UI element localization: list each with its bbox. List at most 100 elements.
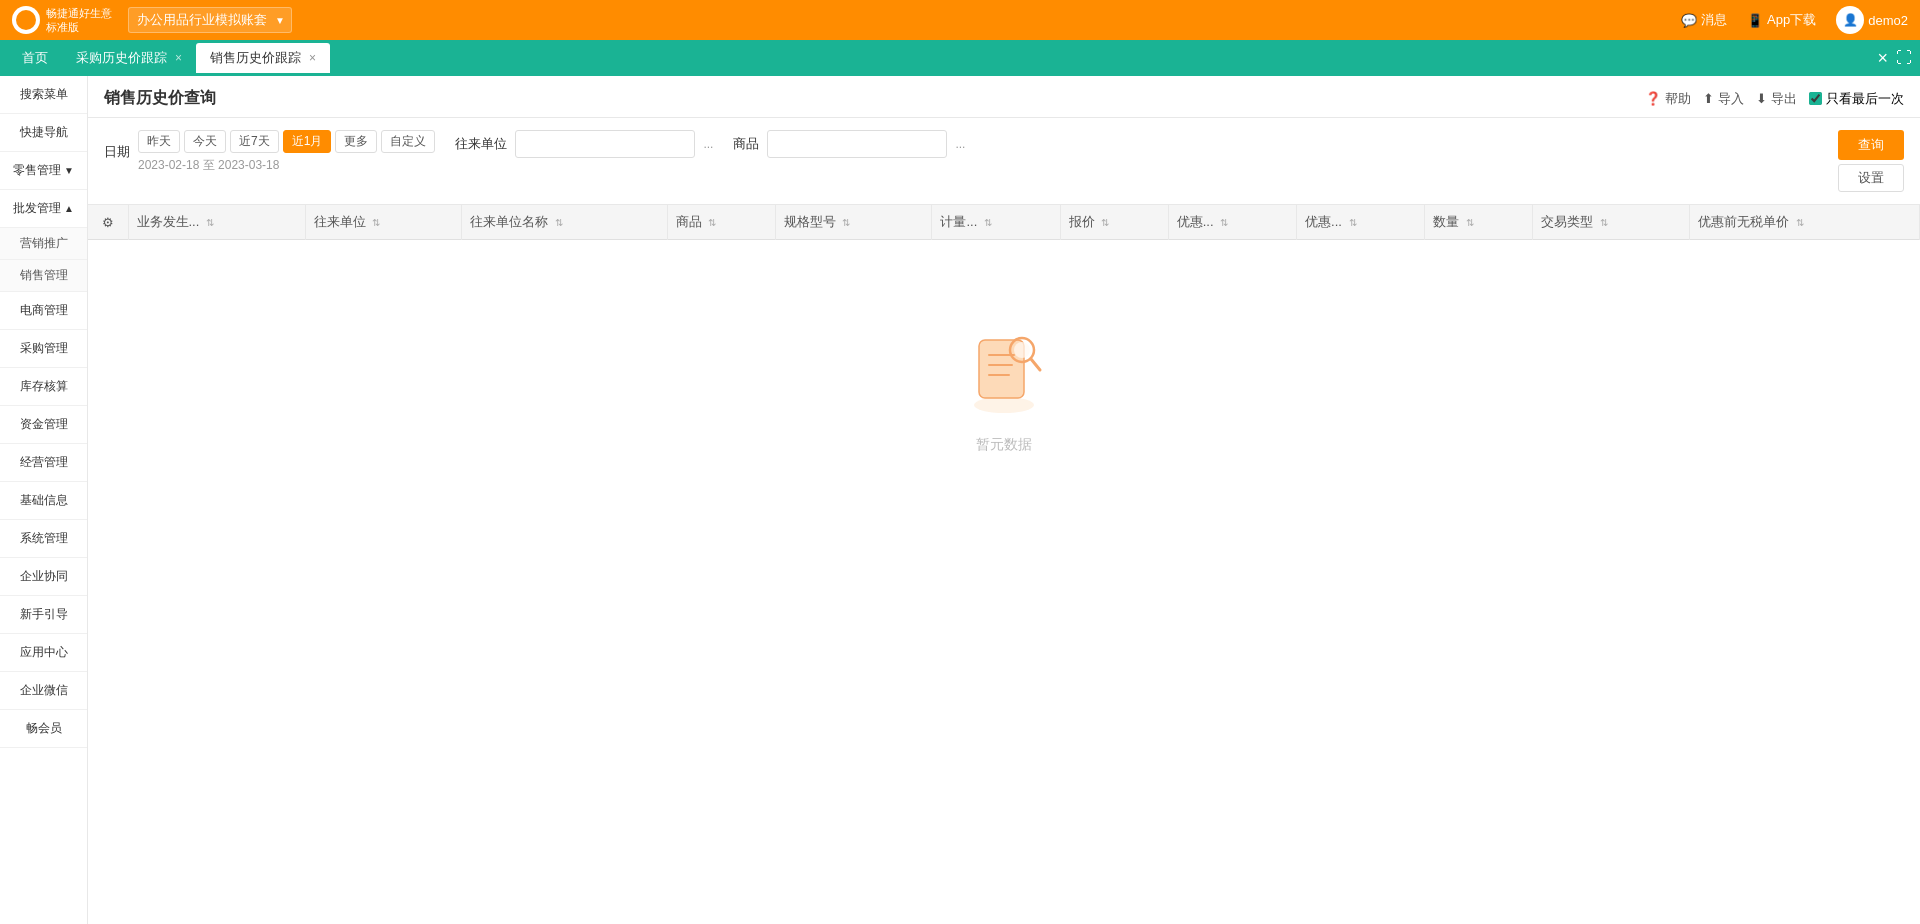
- column-transaction-type[interactable]: 交易类型 ⇅: [1533, 205, 1690, 240]
- tab-close-sales[interactable]: ×: [309, 51, 316, 65]
- sidebar-item-finance[interactable]: 资金管理: [0, 406, 87, 444]
- product-filter-ellipsis[interactable]: ...: [955, 137, 965, 151]
- date-btn-more[interactable]: 更多: [335, 130, 377, 153]
- sidebar-item-purchase[interactable]: 采购管理: [0, 330, 87, 368]
- sidebar-item-retail[interactable]: 零售管理 ▼: [0, 152, 87, 190]
- sidebar-item-marketing[interactable]: 营销推广: [0, 228, 87, 260]
- product-filter-label: 商品: [733, 135, 759, 153]
- column-quote[interactable]: 报价 ⇅: [1060, 205, 1168, 240]
- fullscreen-button[interactable]: ⛶: [1896, 49, 1912, 67]
- column-product[interactable]: 商品 ⇅: [667, 205, 775, 240]
- page-title: 销售历史价查询: [104, 88, 216, 109]
- sidebar-item-sales-mgmt[interactable]: 销售管理: [0, 260, 87, 292]
- svg-point-0: [974, 397, 1034, 413]
- sort-icon: ⇅: [1101, 217, 1109, 228]
- sort-icon: ⇅: [1349, 217, 1357, 228]
- main-content: 销售历史价查询 ❓ 帮助 ⬆ 导入 ⬇ 导出: [88, 76, 1920, 924]
- sidebar: 搜索菜单 快捷导航 零售管理 ▼ 批发管理 ▲ 营销推广 销售管理 电商管理 采…: [0, 76, 88, 924]
- message-icon: 💬: [1681, 13, 1697, 28]
- page-container: 销售历史价查询 ❓ 帮助 ⬆ 导入 ⬇ 导出: [88, 76, 1920, 924]
- tab-purchase-history[interactable]: 采购历史价跟踪 ×: [62, 43, 196, 73]
- sidebar-item-enterprise[interactable]: 企业协同: [0, 558, 87, 596]
- tab-home[interactable]: 首页: [8, 43, 62, 73]
- sort-icon: ⇅: [708, 217, 716, 228]
- sort-icon: ⇅: [555, 217, 563, 228]
- close-all-tabs-button[interactable]: ×: [1877, 48, 1888, 69]
- sort-icon: ⇅: [1220, 217, 1228, 228]
- date-btn-custom[interactable]: 自定义: [381, 130, 435, 153]
- product-filter-group: 商品 ...: [733, 130, 965, 158]
- partner-filter-input[interactable]: [515, 130, 695, 158]
- empty-text: 暂元数据: [976, 436, 1032, 454]
- sort-icon: ⇅: [1466, 217, 1474, 228]
- date-filter-label: 日期: [104, 143, 130, 161]
- sort-icon: ⇅: [984, 217, 992, 228]
- dropdown-arrow-icon: ▼: [275, 15, 285, 26]
- sidebar-item-guide[interactable]: 新手引导: [0, 596, 87, 634]
- sort-icon: ⇅: [1600, 217, 1608, 228]
- sidebar-item-operations[interactable]: 经营管理: [0, 444, 87, 482]
- tab-bar: 首页 采购历史价跟踪 × 销售历史价跟踪 × × ⛶: [0, 40, 1920, 76]
- sort-icon: ⇅: [842, 217, 850, 228]
- column-quantity[interactable]: 数量 ⇅: [1425, 205, 1533, 240]
- date-btn-today[interactable]: 今天: [184, 130, 226, 153]
- table-header-row: ⚙ 业务发生... ⇅ 往来单位 ⇅ 往来单位名称: [88, 205, 1920, 240]
- settings-button[interactable]: 设置: [1838, 164, 1904, 192]
- export-icon: ⬇: [1756, 91, 1767, 106]
- column-partner-name[interactable]: 往来单位名称 ⇅: [462, 205, 667, 240]
- import-button[interactable]: ⬆ 导入: [1703, 90, 1744, 108]
- sort-icon: ⇅: [206, 217, 214, 228]
- sidebar-item-apps[interactable]: 应用中心: [0, 634, 87, 672]
- column-settings[interactable]: ⚙: [88, 205, 128, 240]
- top-bar-right: 💬 消息 📱 App下载 👤 demo2: [1681, 6, 1908, 34]
- main-layout: 搜索菜单 快捷导航 零售管理 ▼ 批发管理 ▲ 营销推广 销售管理 电商管理 采…: [0, 76, 1920, 924]
- date-btn-1month[interactable]: 近1月: [283, 130, 332, 153]
- sidebar-item-wholesale[interactable]: 批发管理 ▲: [0, 190, 87, 228]
- empty-state: 暂元数据: [88, 240, 1920, 514]
- tab-sales-history[interactable]: 销售历史价跟踪 ×: [196, 43, 330, 73]
- message-button[interactable]: 💬 消息: [1681, 11, 1727, 29]
- column-unit[interactable]: 计量... ⇅: [932, 205, 1060, 240]
- date-filter-group: 日期 昨天 今天 近7天 近1月 更多 自定义 2023-02-18 至 202…: [104, 130, 435, 174]
- help-button[interactable]: ❓ 帮助: [1645, 90, 1691, 108]
- sort-icon: ⇅: [1796, 217, 1804, 228]
- partner-filter-label: 往来单位: [455, 135, 507, 153]
- sidebar-item-inventory[interactable]: 库存核算: [0, 368, 87, 406]
- tab-close-purchase[interactable]: ×: [175, 51, 182, 65]
- app-download-button[interactable]: 📱 App下载: [1747, 11, 1816, 29]
- chevron-down-icon: ▼: [64, 165, 74, 176]
- help-icon: ❓: [1645, 91, 1661, 106]
- brand-name: 畅捷通好生意 标准版: [46, 6, 112, 35]
- last-only-checkbox-group: 只看最后一次: [1809, 90, 1904, 108]
- sort-icon: ⇅: [372, 217, 380, 228]
- date-btn-yesterday[interactable]: 昨天: [138, 130, 180, 153]
- column-business-date[interactable]: 业务发生... ⇅: [128, 205, 305, 240]
- export-button[interactable]: ⬇ 导出: [1756, 90, 1797, 108]
- logo-icon: [12, 6, 40, 34]
- sidebar-item-system[interactable]: 系统管理: [0, 520, 87, 558]
- column-discount2[interactable]: 优惠... ⇅: [1297, 205, 1425, 240]
- column-discount1[interactable]: 优惠... ⇅: [1168, 205, 1296, 240]
- column-pretax-price[interactable]: 优惠前无税单价 ⇅: [1690, 205, 1920, 240]
- account-dropdown[interactable]: 办公用品行业模拟账套 ▼: [128, 7, 292, 33]
- sidebar-item-wechat[interactable]: 企业微信: [0, 672, 87, 710]
- date-btn-7days[interactable]: 近7天: [230, 130, 279, 153]
- sidebar-item-search[interactable]: 搜索菜单: [0, 76, 87, 114]
- product-filter-input[interactable]: [767, 130, 947, 158]
- search-button[interactable]: 查询: [1838, 130, 1904, 160]
- last-only-checkbox[interactable]: [1809, 92, 1822, 105]
- sidebar-item-quicknav[interactable]: 快捷导航: [0, 114, 87, 152]
- filter-bar: 日期 昨天 今天 近7天 近1月 更多 自定义 2023-02-18 至 202…: [88, 118, 1920, 205]
- svg-point-7: [1014, 342, 1030, 358]
- user-menu[interactable]: 👤 demo2: [1836, 6, 1908, 34]
- column-spec[interactable]: 规格型号 ⇅: [775, 205, 932, 240]
- sidebar-item-ecommerce[interactable]: 电商管理: [0, 292, 87, 330]
- top-bar: 畅捷通好生意 标准版 办公用品行业模拟账套 ▼ 💬 消息 📱 App下载 👤 d…: [0, 0, 1920, 40]
- avatar: 👤: [1836, 6, 1864, 34]
- partner-filter-ellipsis[interactable]: ...: [703, 137, 713, 151]
- data-table: ⚙ 业务发生... ⇅ 往来单位 ⇅ 往来单位名称: [88, 205, 1920, 240]
- import-icon: ⬆: [1703, 91, 1714, 106]
- column-partner-code[interactable]: 往来单位 ⇅: [305, 205, 462, 240]
- sidebar-item-basics[interactable]: 基础信息: [0, 482, 87, 520]
- sidebar-item-membership[interactable]: 畅会员: [0, 710, 87, 748]
